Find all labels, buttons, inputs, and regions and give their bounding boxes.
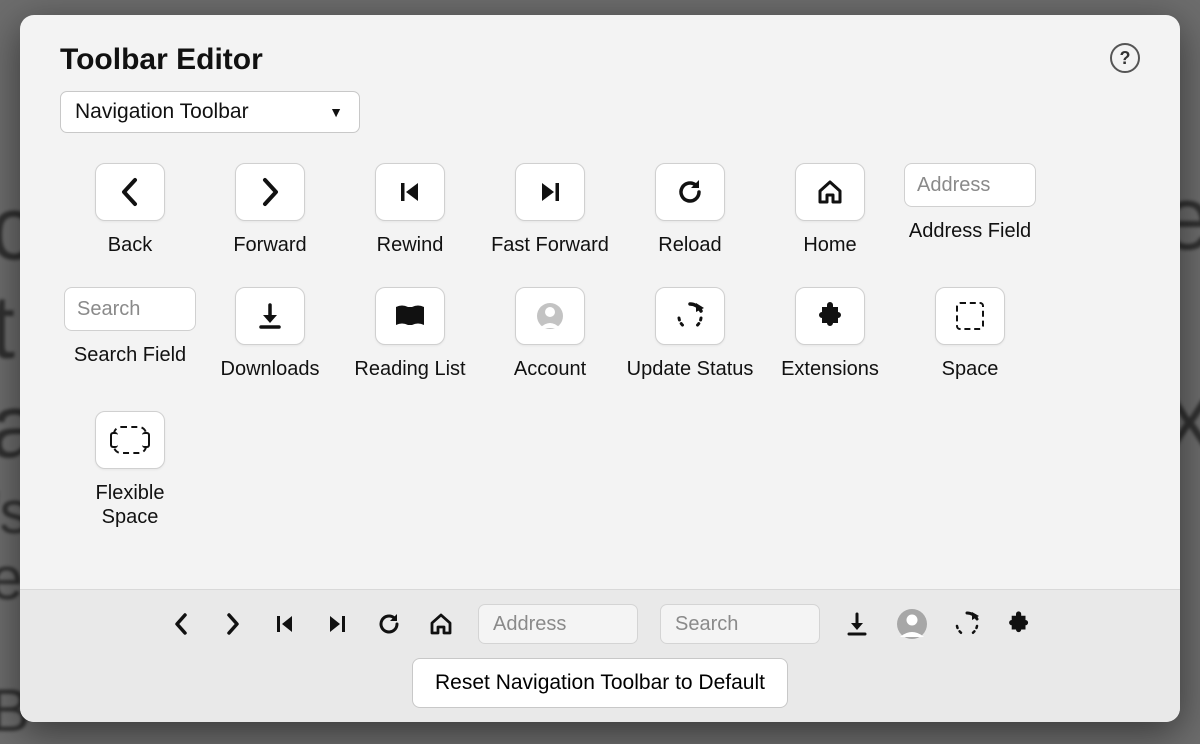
forward-icon: [235, 163, 305, 221]
palette-item-fast-forward[interactable]: Fast Forward: [480, 163, 620, 257]
palette-item-label: Account: [514, 357, 586, 381]
palette-item-label: Flexible Space: [65, 481, 195, 529]
palette-item-label: Search Field: [74, 343, 186, 367]
palette-item-label: Reload: [658, 233, 721, 257]
address-placeholder-text: Address: [917, 174, 990, 197]
palette-item-address-field[interactable]: Address Address Field: [900, 163, 1040, 257]
palette-item-label: Address Field: [909, 219, 1031, 243]
back-icon: [95, 163, 165, 221]
palette-item-space[interactable]: Space: [900, 287, 1040, 381]
palette-item-label: Back: [108, 233, 152, 257]
toolbar-preview: Address Search: [20, 589, 1180, 658]
preview-home-icon[interactable]: [426, 609, 456, 639]
preview-forward-icon[interactable]: [218, 609, 248, 639]
preview-search-field[interactable]: Search: [660, 604, 820, 644]
palette-item-label: Update Status: [627, 357, 754, 381]
palette-item-forward[interactable]: Forward: [200, 163, 340, 257]
preview-fast-forward-icon[interactable]: [322, 609, 352, 639]
preview-account-icon[interactable]: [894, 606, 930, 642]
palette-item-label: Rewind: [377, 233, 444, 257]
toolbar-editor-window: Toolbar Editor ? Navigation Toolbar ▼ Ba…: [20, 15, 1180, 722]
palette-item-label: Fast Forward: [491, 233, 609, 257]
extensions-icon: [795, 287, 865, 345]
preview-search-placeholder: Search: [675, 613, 738, 636]
palette-item-home[interactable]: Home: [760, 163, 900, 257]
help-button[interactable]: ?: [1110, 43, 1140, 73]
downloads-icon: [235, 287, 305, 345]
preview-reload-icon[interactable]: [374, 609, 404, 639]
palette-item-flexible-space[interactable]: Flexible Space: [60, 411, 200, 529]
palette-item-label: Downloads: [221, 357, 320, 381]
palette-item-label: Extensions: [781, 357, 879, 381]
palette-item-account[interactable]: Account: [480, 287, 620, 381]
toolbar-select-row: Navigation Toolbar ▼: [20, 91, 1180, 143]
question-mark-icon: ?: [1120, 48, 1131, 69]
flexible-space-icon: [95, 411, 165, 469]
palette-item-reload[interactable]: Reload: [620, 163, 760, 257]
preview-extensions-icon[interactable]: [1004, 609, 1034, 639]
palette-item-label: Space: [942, 357, 999, 381]
preview-update-status-icon[interactable]: [952, 609, 982, 639]
preview-rewind-icon[interactable]: [270, 609, 300, 639]
header: Toolbar Editor ?: [20, 15, 1180, 91]
palette-item-downloads[interactable]: Downloads: [200, 287, 340, 381]
search-field-preview: Search: [64, 287, 196, 331]
palette-item-label: Reading List: [354, 357, 465, 381]
space-icon: [935, 287, 1005, 345]
palette-item-reading-list[interactable]: Reading List: [340, 287, 480, 381]
reading-list-icon: [375, 287, 445, 345]
page-title: Toolbar Editor: [60, 43, 263, 77]
palette-item-rewind[interactable]: Rewind: [340, 163, 480, 257]
preview-back-icon[interactable]: [166, 609, 196, 639]
preview-address-field[interactable]: Address: [478, 604, 638, 644]
reset-toolbar-button[interactable]: Reset Navigation Toolbar to Default: [412, 658, 788, 708]
search-placeholder-text: Search: [77, 298, 140, 321]
rewind-icon: [375, 163, 445, 221]
palette-item-label: Home: [803, 233, 856, 257]
palette-item-update-status[interactable]: Update Status: [620, 287, 760, 381]
account-icon: [515, 287, 585, 345]
preview-downloads-icon[interactable]: [842, 609, 872, 639]
toolbar-selector-label: Navigation Toolbar: [75, 100, 249, 124]
reset-row: Reset Navigation Toolbar to Default: [20, 658, 1180, 722]
palette-item-search-field[interactable]: Search Search Field: [60, 287, 200, 381]
fast-forward-icon: [515, 163, 585, 221]
address-field-preview: Address: [904, 163, 1036, 207]
home-icon: [795, 163, 865, 221]
palette-item-label: Forward: [233, 233, 306, 257]
preview-address-placeholder: Address: [493, 613, 566, 636]
reload-icon: [655, 163, 725, 221]
toolbar-selector[interactable]: Navigation Toolbar ▼: [60, 91, 360, 133]
palette-item-back[interactable]: Back: [60, 163, 200, 257]
toolbar-items-palette: Back Forward Rewind Fast Forward Reload: [20, 143, 1180, 589]
update-status-icon: [655, 287, 725, 345]
chevron-down-icon: ▼: [329, 104, 343, 120]
palette-item-extensions[interactable]: Extensions: [760, 287, 900, 381]
